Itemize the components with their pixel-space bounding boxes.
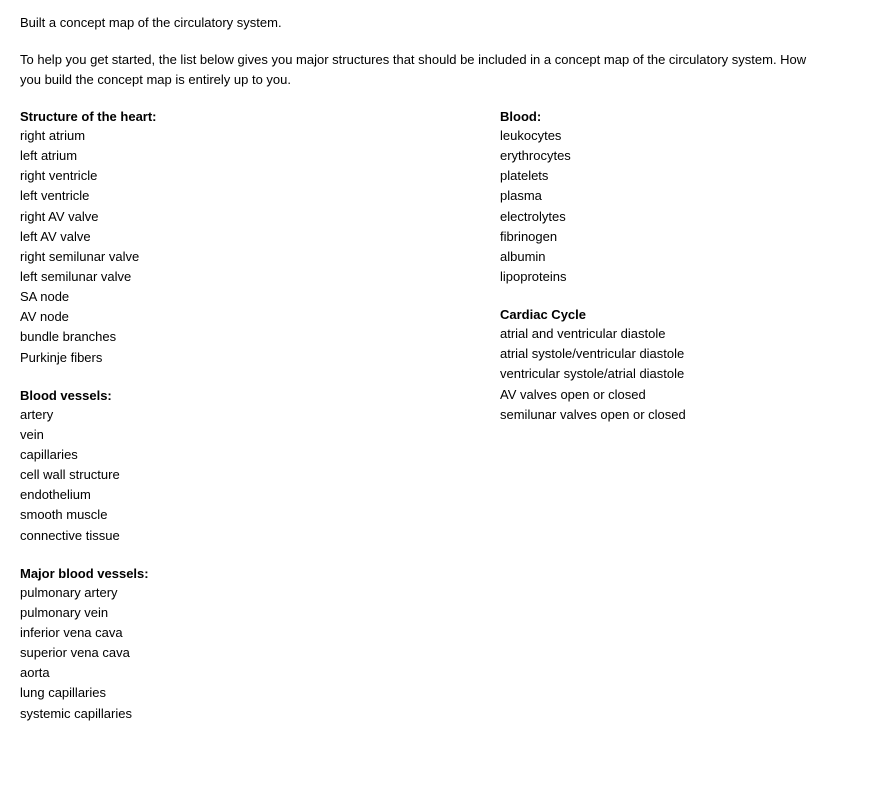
- left-section-2-item-0: pulmonary artery: [20, 583, 320, 603]
- right-section-0-item-6: albumin: [500, 247, 862, 267]
- left-section-1-item-6: connective tissue: [20, 526, 320, 546]
- right-section-0-item-2: platelets: [500, 166, 862, 186]
- right-section-0-heading: Blood:: [500, 109, 862, 124]
- left-section-0-item-1: left atrium: [20, 146, 320, 166]
- page-title: Built a concept map of the circulatory s…: [20, 15, 862, 30]
- left-column: Structure of the heart:right atriumleft …: [20, 109, 340, 744]
- left-section-2-item-2: inferior vena cava: [20, 623, 320, 643]
- right-section-1-item-0: atrial and ventricular diastole: [500, 324, 862, 344]
- right-section-1-heading: Cardiac Cycle: [500, 307, 862, 322]
- right-section-1-item-1: atrial systole/ventricular diastole: [500, 344, 862, 364]
- left-section-0: Structure of the heart:right atriumleft …: [20, 109, 320, 368]
- right-section-1-item-4: semilunar valves open or closed: [500, 405, 862, 425]
- right-column: Blood: leukocyteserythrocytesplateletspla…: [340, 109, 862, 744]
- left-section-0-item-5: left AV valve: [20, 227, 320, 247]
- left-section-2: Major blood vessels: pulmonary arterypulm…: [20, 566, 320, 724]
- right-section-0-item-4: electrolytes: [500, 207, 862, 227]
- right-section-0-item-3: plasma: [500, 186, 862, 206]
- right-section-0-item-1: erythrocytes: [500, 146, 862, 166]
- intro-text: To help you get started, the list below …: [20, 50, 820, 89]
- left-section-0-heading: Structure of the heart:: [20, 109, 320, 124]
- left-section-0-item-3: left ventricle: [20, 186, 320, 206]
- left-section-0-item-11: Purkinje fibers: [20, 348, 320, 368]
- right-section-0-item-5: fibrinogen: [500, 227, 862, 247]
- left-section-0-item-6: right semilunar valve: [20, 247, 320, 267]
- left-section-2-item-5: lung capillaries: [20, 683, 320, 703]
- left-section-0-item-9: AV node: [20, 307, 320, 327]
- left-section-0-item-7: left semilunar valve: [20, 267, 320, 287]
- right-section-1-item-2: ventricular systole/atrial diastole: [500, 364, 862, 384]
- right-section-1-item-3: AV valves open or closed: [500, 385, 862, 405]
- left-section-2-item-1: pulmonary vein: [20, 603, 320, 623]
- left-section-1: Blood vessels: arteryveincapillariescell …: [20, 388, 320, 546]
- right-section-0-item-7: lipoproteins: [500, 267, 862, 287]
- left-section-2-item-3: superior vena cava: [20, 643, 320, 663]
- left-section-2-item-4: aorta: [20, 663, 320, 683]
- left-section-0-item-10: bundle branches: [20, 327, 320, 347]
- right-section-0-item-0: leukocytes: [500, 126, 862, 146]
- left-section-1-item-1: vein: [20, 425, 320, 445]
- content-columns: Structure of the heart:right atriumleft …: [20, 109, 862, 744]
- left-section-1-item-2: capillaries: [20, 445, 320, 465]
- left-section-0-item-8: SA node: [20, 287, 320, 307]
- left-section-0-item-2: right ventricle: [20, 166, 320, 186]
- left-section-1-heading: Blood vessels:: [20, 388, 320, 403]
- left-section-0-item-4: right AV valve: [20, 207, 320, 227]
- left-section-2-heading: Major blood vessels:: [20, 566, 320, 581]
- left-section-1-item-3: cell wall structure: [20, 465, 320, 485]
- right-section-0: Blood: leukocyteserythrocytesplateletspla…: [500, 109, 862, 287]
- left-section-0-item-0: right atrium: [20, 126, 320, 146]
- left-section-2-item-6: systemic capillaries: [20, 704, 320, 724]
- left-section-1-item-5: smooth muscle: [20, 505, 320, 525]
- left-section-1-item-0: artery: [20, 405, 320, 425]
- left-section-1-item-4: endothelium: [20, 485, 320, 505]
- right-section-1: Cardiac Cycle atrial and ventricular dias…: [500, 307, 862, 425]
